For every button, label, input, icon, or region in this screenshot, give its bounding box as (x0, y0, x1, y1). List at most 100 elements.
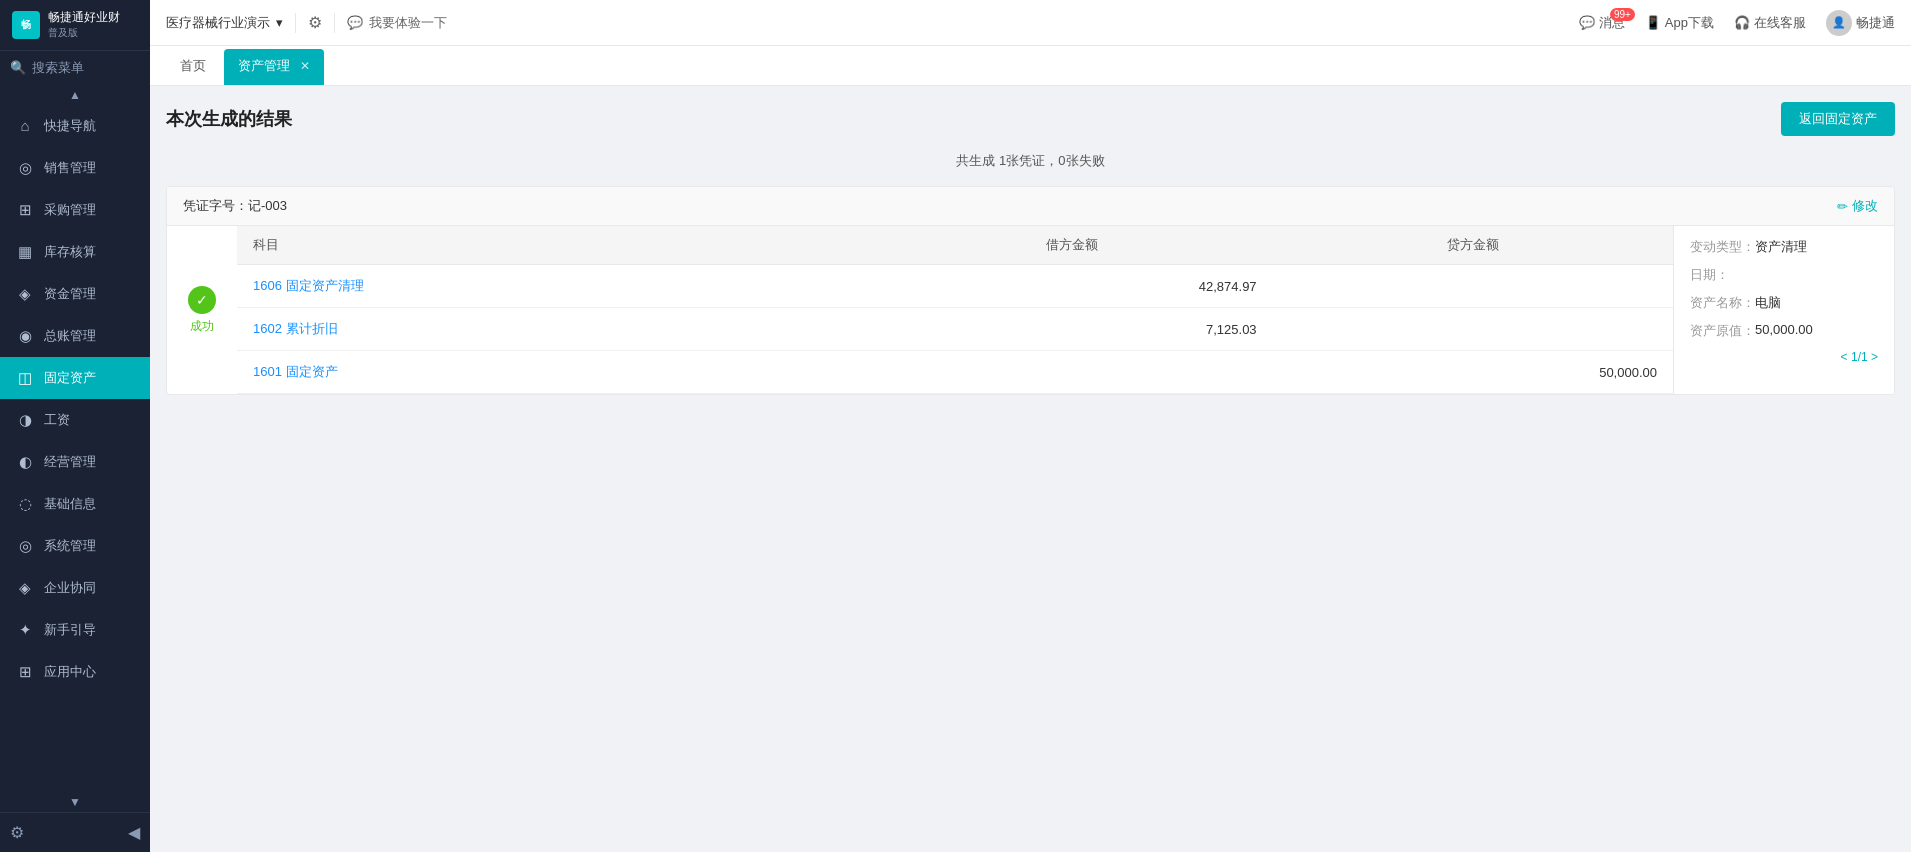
nav-label-operations: 经营管理 (44, 453, 96, 471)
success-text: 成功 (190, 318, 214, 335)
subject-cell[interactable]: 1601 固定资产 (237, 351, 872, 394)
nav-label-ledger: 总账管理 (44, 327, 96, 345)
search-label: 搜索菜单 (32, 59, 84, 77)
company-name: 医疗器械行业演示 (166, 14, 270, 32)
credit-cell (1273, 308, 1673, 351)
sidebar-item-basic-info[interactable]: ◌基础信息 (0, 483, 150, 525)
sidebar: 畅 畅捷通好业财 普及版 🔍 搜索菜单 ▲ ⌂快捷导航◎销售管理⊞采购管理▦库存… (0, 0, 150, 852)
user-menu[interactable]: 👤 畅捷通 (1826, 10, 1895, 36)
message-icon: 💬 (1579, 15, 1595, 30)
sidebar-item-system[interactable]: ◎系统管理 (0, 525, 150, 567)
sidebar-item-enterprise[interactable]: ◈ 企业协同 (0, 567, 150, 609)
page-info: 1/1 (1851, 350, 1871, 364)
credit-cell: 50,000.00 (1273, 351, 1673, 394)
return-button[interactable]: 返回固定资产 (1781, 102, 1895, 136)
collapse-icon[interactable]: ◀ (128, 823, 140, 842)
nav-icon-enterprise: ◈ (16, 579, 34, 597)
sidebar-item-quick-nav[interactable]: ⌂快捷导航 (0, 105, 150, 147)
nav-label-purchase: 采购管理 (44, 201, 96, 219)
debit-cell (872, 351, 1272, 394)
topbar-right: 💬 消息 99+ 📱 App下载 🎧 在线客服 👤 畅捷通 (1579, 10, 1895, 36)
scroll-up-arrow[interactable]: ▲ (67, 87, 83, 103)
result-summary: 共生成 1张凭证，0张失败 (166, 152, 1895, 170)
voucher-header: 凭证字号：记-003 ✏ 修改 (167, 187, 1894, 226)
asset-name-row: 资产名称： 电脑 (1690, 294, 1878, 312)
success-icon: ✓ (188, 286, 216, 314)
credit-cell (1273, 265, 1673, 308)
voucher-body: ✓ 成功 科目 借方金额 贷方金额 1606 固定资产清 (167, 226, 1894, 394)
voucher-number: 凭证字号：记-003 (183, 197, 287, 215)
nav-label-basic-info: 基础信息 (44, 495, 96, 513)
sidebar-item-sales[interactable]: ◎ 销售管理 (0, 147, 150, 189)
messages-button[interactable]: 💬 消息 99+ (1579, 14, 1625, 32)
experience-button[interactable]: 💬 我要体验一下 (347, 14, 447, 32)
sidebar-item-finance[interactable]: ◈ 资金管理 (0, 273, 150, 315)
scroll-down[interactable]: ▼ (0, 792, 150, 812)
topbar-divider-2 (334, 13, 335, 33)
nav-label-payroll: 工资 (44, 411, 70, 429)
user-avatar: 👤 (1826, 10, 1852, 36)
edit-icon: ✏ (1837, 199, 1848, 214)
nav-icon-sales: ◎ (16, 159, 34, 177)
nav-label-sales: 销售管理 (44, 159, 96, 177)
topbar-divider-1 (295, 13, 296, 33)
page-content: 本次生成的结果 返回固定资产 共生成 1张凭证，0张失败 凭证字号：记-003 … (150, 86, 1911, 852)
settings-icon[interactable]: ⚙ (10, 823, 24, 842)
sidebar-item-app-center[interactable]: ⊞ 应用中心 (0, 651, 150, 693)
tab-asset-management[interactable]: 资产管理 ✕ (224, 49, 324, 85)
sidebar-item-operations[interactable]: ◐经营管理 (0, 441, 150, 483)
sidebar-footer: ⚙ ◀ (0, 812, 150, 852)
app-download-button[interactable]: 📱 App下载 (1645, 14, 1714, 32)
date-row: 日期： (1690, 266, 1878, 284)
result-header: 本次生成的结果 返回固定资产 (166, 102, 1895, 136)
next-page[interactable]: > (1871, 350, 1878, 364)
change-type-value: 资产清理 (1755, 238, 1807, 256)
nav-icon-app-center: ⊞ (16, 663, 34, 681)
scroll-up[interactable]: ▲ (0, 85, 150, 105)
sidebar-item-inventory[interactable]: ▦库存核算 (0, 231, 150, 273)
nav-icon-purchase: ⊞ (16, 201, 34, 219)
sidebar-item-ledger[interactable]: ◉ 总账管理 (0, 315, 150, 357)
user-name: 畅捷通 (1856, 14, 1895, 32)
topbar-settings-icon[interactable]: ⚙ (308, 13, 322, 32)
experience-label: 我要体验一下 (369, 14, 447, 32)
edit-button[interactable]: ✏ 修改 (1837, 197, 1878, 215)
scroll-down-arrow[interactable]: ▼ (67, 794, 83, 810)
voucher-table: 科目 借方金额 贷方金额 1606 固定资产清理 42,874.97 1602 … (237, 226, 1674, 394)
nav-icon-payroll: ◑ (16, 411, 34, 429)
main-content: 医疗器械行业演示 ▾ ⚙ 💬 我要体验一下 💬 消息 99+ 📱 App下载 🎧… (150, 0, 1911, 852)
col-debit: 借方金额 (872, 226, 1272, 265)
debit-cell: 7,125.03 (872, 308, 1272, 351)
tab-close-icon[interactable]: ✕ (300, 59, 310, 73)
prev-page[interactable]: < (1841, 350, 1848, 364)
page-title: 本次生成的结果 (166, 107, 292, 131)
nav-label-guide: 新手引导 (44, 621, 96, 639)
company-selector[interactable]: 医疗器械行业演示 ▾ (166, 14, 283, 32)
table-row: 1601 固定资产 50,000.00 (237, 351, 1673, 394)
nav-label-enterprise: 企业协同 (44, 579, 96, 597)
nav-icon-inventory: ▦ (16, 243, 34, 261)
sidebar-item-fixed-assets[interactable]: ◫固定资产 (0, 357, 150, 399)
nav-icon-system: ◎ (16, 537, 34, 555)
tab-home[interactable]: 首页 (166, 49, 220, 85)
nav-label-finance: 资金管理 (44, 285, 96, 303)
sidebar-item-guide[interactable]: ✦新手引导 (0, 609, 150, 651)
sidebar-item-payroll[interactable]: ◑ 工资 (0, 399, 150, 441)
nav-label-quick-nav: 快捷导航 (44, 117, 96, 135)
nav-icon-finance: ◈ (16, 285, 34, 303)
online-service-button[interactable]: 🎧 在线客服 (1734, 14, 1806, 32)
original-value-row: 资产原值： 50,000.00 (1690, 322, 1878, 340)
change-type-label: 变动类型： (1690, 238, 1755, 256)
nav-icon-ledger: ◉ (16, 327, 34, 345)
subject-cell[interactable]: 1602 累计折旧 (237, 308, 872, 351)
col-credit: 贷方金额 (1273, 226, 1673, 265)
sidebar-nav: ⌂快捷导航 ◎ 销售管理 ⊞ 采购管理 ▦库存核算 ◈ 资金管理 ◉ 总账管理 ◫固定资产 ◑ 工资 ◐经… (0, 105, 150, 792)
original-value-value: 50,000.00 (1755, 322, 1813, 340)
date-label: 日期： (1690, 266, 1755, 284)
voucher-card: 凭证字号：记-003 ✏ 修改 ✓ 成功 科目 (166, 186, 1895, 395)
sidebar-search[interactable]: 🔍 搜索菜单 (0, 51, 150, 85)
subject-cell[interactable]: 1606 固定资产清理 (237, 265, 872, 308)
sidebar-item-purchase[interactable]: ⊞ 采购管理 (0, 189, 150, 231)
nav-label-fixed-assets: 固定资产 (44, 369, 96, 387)
nav-label-app-center: 应用中心 (44, 663, 96, 681)
